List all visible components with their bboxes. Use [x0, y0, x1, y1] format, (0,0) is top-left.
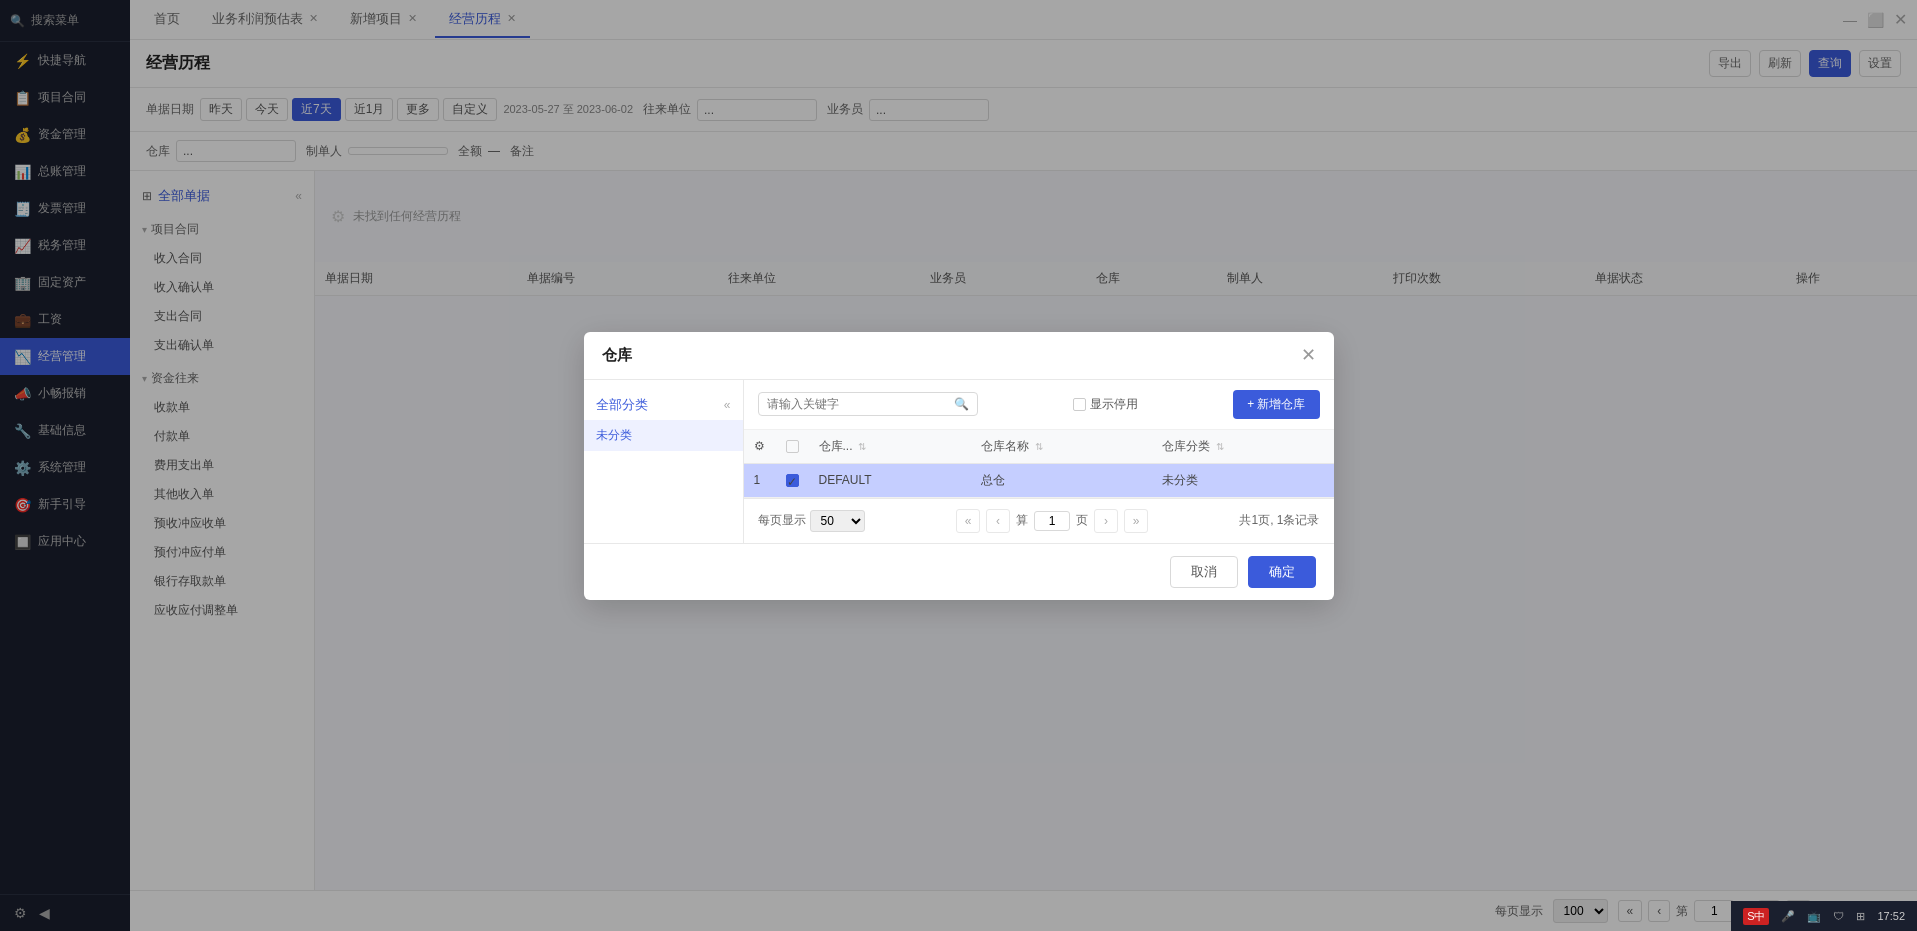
modal-total-label: 共1页, 1条记录 [1239, 512, 1319, 529]
th-code: 仓库... ⇅ [809, 430, 972, 464]
add-warehouse-button[interactable]: + 新增仓库 [1233, 390, 1319, 419]
modal-close-btn[interactable]: ✕ [1301, 346, 1316, 364]
modal-footer: 每页显示 50 20 100 « ‹ 算 页 › [744, 498, 1334, 543]
taskbar: S中 🎤 📺 🛡 ⊞ 17:52 [1731, 901, 1917, 931]
modal-page-label2: 页 [1076, 512, 1088, 529]
taskbar-shield-icon[interactable]: 🛡 [1833, 910, 1844, 922]
show-disabled-label: 显示停用 [1090, 396, 1138, 413]
th-name: 仓库名称 ⇅ [971, 430, 1152, 464]
modal-table-body: 1 ✓ DEFAULT 总仓 未分类 [744, 463, 1334, 497]
modal-table-header: ⚙ 仓库... ⇅ 仓库名称 ⇅ 仓库分类 ⇅ [744, 430, 1334, 464]
settings-col-icon: ⚙ [754, 439, 765, 453]
taskbar-grid-icon[interactable]: ⊞ [1856, 910, 1865, 923]
modal-search-input[interactable] [767, 397, 948, 411]
modal-table-wrap: ⚙ 仓库... ⇅ 仓库名称 ⇅ 仓库分类 ⇅ 1 ✓ DEFAULT 总仓 未… [744, 430, 1334, 498]
modal-left-panel: 全部分类 « 未分类 [584, 380, 744, 543]
row-checkbox[interactable]: ✓ [776, 463, 809, 497]
row-code: DEFAULT [809, 463, 972, 497]
select-all-cb[interactable] [786, 440, 799, 453]
modal-toolbar: 🔍 显示停用 + 新增仓库 [744, 380, 1334, 430]
modal-category-未分类[interactable]: 未分类 [584, 420, 743, 451]
modal-first-btn[interactable]: « [956, 509, 980, 533]
modal-per-page-label: 每页显示 [758, 512, 806, 529]
row-num: 1 [744, 463, 776, 497]
modal-page-input[interactable] [1034, 511, 1070, 531]
show-disabled-cb[interactable] [1073, 398, 1086, 411]
modal-right-panel: 🔍 显示停用 + 新增仓库 ⚙ [744, 380, 1334, 543]
modal-cancel-button[interactable]: 取消 [1170, 556, 1238, 588]
warehouse-modal: 仓库 ✕ 全部分类 « 未分类 🔍 [584, 332, 1334, 600]
modal-pagination: « ‹ 算 页 › » [956, 509, 1148, 533]
modal-warehouse-table: ⚙ 仓库... ⇅ 仓库名称 ⇅ 仓库分类 ⇅ 1 ✓ DEFAULT 总仓 未… [744, 430, 1334, 498]
th-checkbox [776, 430, 809, 464]
th-settings: ⚙ [744, 430, 776, 464]
modal-search-icon: 🔍 [954, 397, 969, 411]
row-cb[interactable]: ✓ [786, 474, 799, 487]
modal-next-btn[interactable]: › [1094, 509, 1118, 533]
modal-last-btn[interactable]: » [1124, 509, 1148, 533]
modal-category-items: 未分类 [584, 420, 743, 451]
modal-all-category-label: 全部分类 [596, 396, 648, 414]
modal-per-page: 每页显示 50 20 100 [758, 510, 865, 532]
row-category: 未分类 [1152, 463, 1333, 497]
modal-page-label: 算 [1016, 512, 1028, 529]
modal-all-category[interactable]: 全部分类 « [584, 390, 743, 420]
modal-search-box[interactable]: 🔍 [758, 392, 978, 416]
show-disabled-checkbox[interactable]: 显示停用 [1073, 396, 1138, 413]
taskbar-mic-icon[interactable]: 🎤 [1781, 910, 1795, 923]
taskbar-s-icon[interactable]: S中 [1743, 908, 1769, 925]
modal-collapse-btn[interactable]: « [724, 398, 731, 412]
modal-per-page-select[interactable]: 50 20 100 [810, 510, 865, 532]
taskbar-time: 17:52 [1877, 910, 1905, 922]
taskbar-screen-icon[interactable]: 📺 [1807, 910, 1821, 923]
modal-header: 仓库 ✕ [584, 332, 1334, 380]
modal-confirm-button[interactable]: 确定 [1248, 556, 1316, 588]
th-category: 仓库分类 ⇅ [1152, 430, 1333, 464]
modal-body: 全部分类 « 未分类 🔍 显示停用 + 新增仓库 [584, 380, 1334, 543]
modal-overlay: 仓库 ✕ 全部分类 « 未分类 🔍 [0, 0, 1917, 931]
table-row[interactable]: 1 ✓ DEFAULT 总仓 未分类 [744, 463, 1334, 497]
modal-actions: 取消 确定 [584, 543, 1334, 600]
modal-prev-btn[interactable]: ‹ [986, 509, 1010, 533]
row-name: 总仓 [971, 463, 1152, 497]
modal-title: 仓库 [602, 346, 632, 365]
